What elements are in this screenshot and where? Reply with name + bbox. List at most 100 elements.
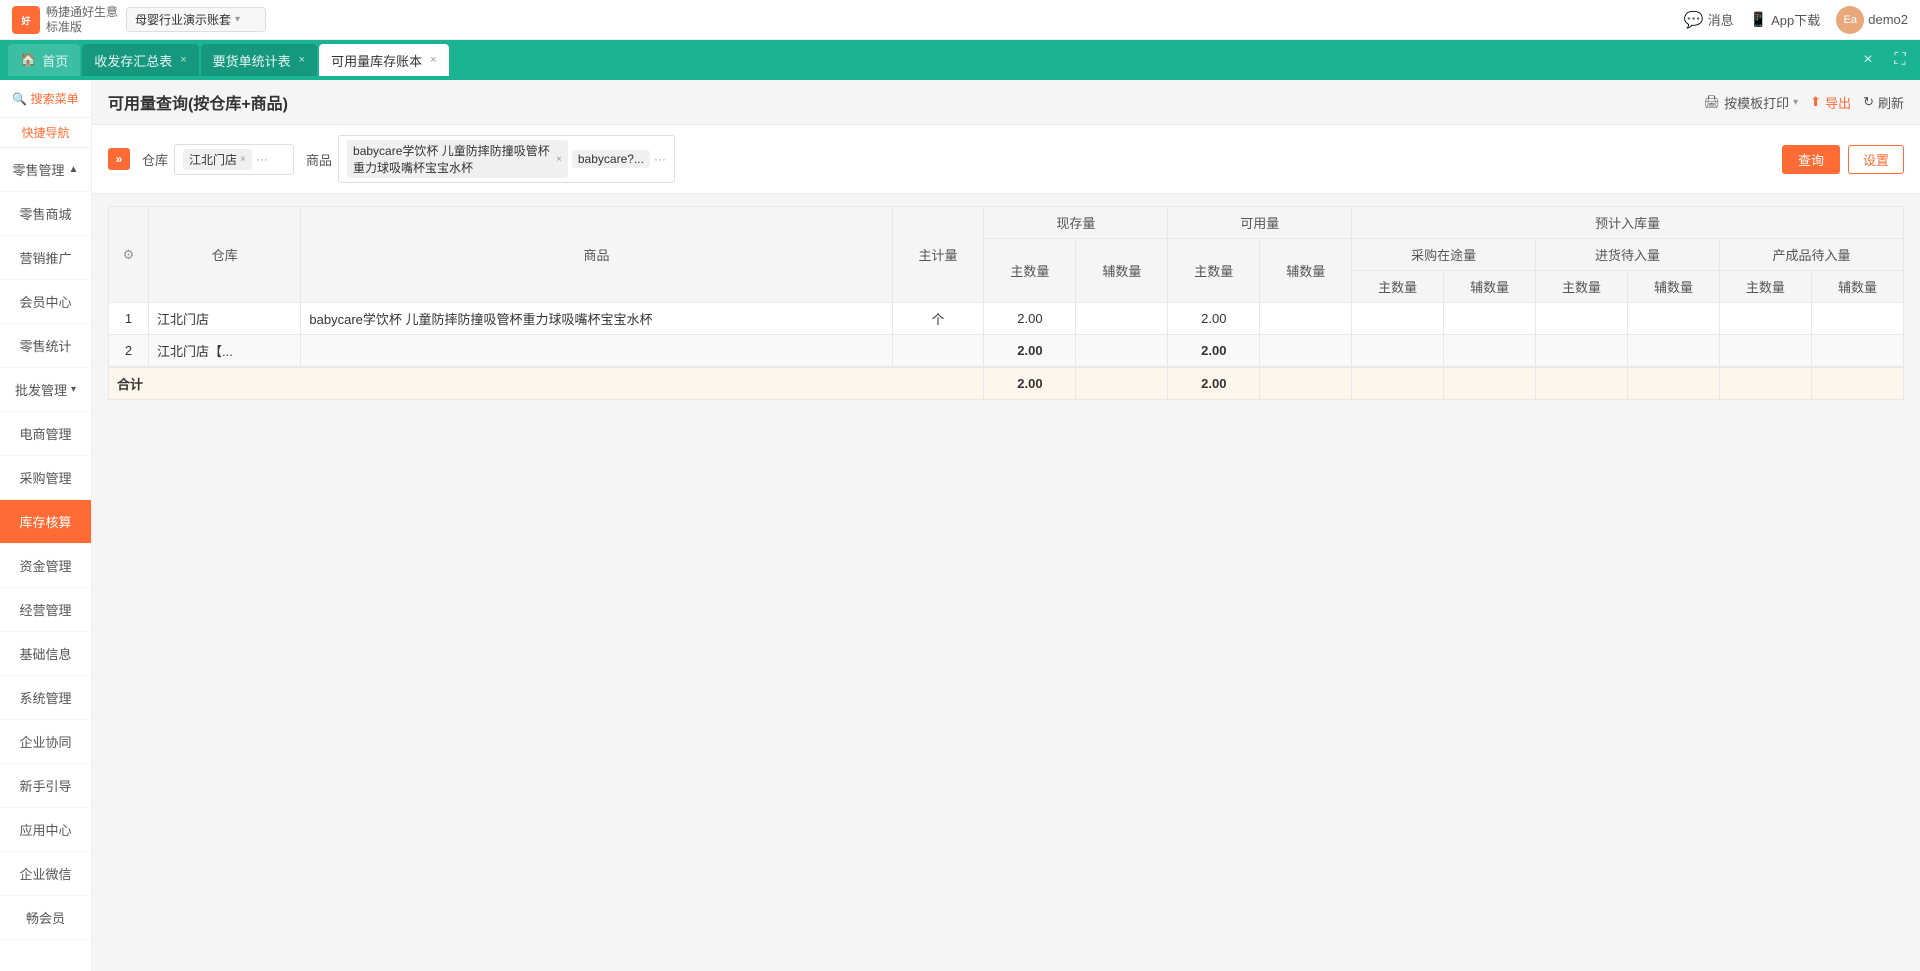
product-input[interactable]: babycare学饮杯 儿童防摔防撞吸管杯重力球吸嘴杯宝宝水杯 × babyca… [338, 135, 675, 183]
sidebar-item-finance-mgmt[interactable]: 资金管理 [0, 544, 91, 588]
user-profile[interactable]: Ea demo2 [1836, 6, 1908, 34]
product-tag-1-remove[interactable]: × [556, 154, 562, 165]
chevron-down-icon-2: ▾ [1793, 97, 1798, 108]
sidebar-item-enterprise-wechat[interactable]: 企业微信 [0, 852, 91, 896]
sidebar-item-member-plus[interactable]: 畅会员 [0, 896, 91, 940]
filter-bar: » 仓库 江北门店 × ··· 商品 babycare学饮杯 儿童防摔防撞吸管杯… [92, 125, 1920, 194]
purchase-transit-aux-header: 辅数量 [1444, 271, 1536, 303]
planned-inbound-header: 预计入库量 [1352, 207, 1904, 239]
sidebar-item-ecommerce-mgmt[interactable]: 电商管理 [0, 412, 91, 456]
setting-btn[interactable]: 设置 [1848, 145, 1904, 174]
sidebar-item-system-mgmt[interactable]: 系统管理 [0, 676, 91, 720]
sidebar-quick-nav[interactable]: 快捷导航 [0, 118, 91, 148]
sidebar-item-marketing[interactable]: 营销推广 [0, 236, 91, 280]
nav-tabs-controls: × ⛶ [1856, 48, 1912, 72]
sidebar-item-retail-mall[interactable]: 零售商城 [0, 192, 91, 236]
purchase-transit-main-header: 主数量 [1352, 271, 1444, 303]
sidebar-item-app-center[interactable]: 应用中心 [0, 808, 91, 852]
sidebar-item-retail-mgmt[interactable]: 零售管理 ▲ [0, 148, 91, 192]
export-icon: ⬆ [1810, 94, 1821, 110]
totals-label: 合计 [109, 367, 984, 400]
refresh-icon: ↻ [1863, 94, 1874, 110]
tab-available-stock[interactable]: 可用量库存账本 × [319, 44, 448, 76]
totals-purchase-transit-main [1352, 367, 1444, 400]
data-table: ⚙ 仓库 商品 主计量 现存量 可用量 预计入库量 主数量 辅数量 [108, 206, 1904, 400]
app-download-btn[interactable]: 📱 App下载 [1750, 10, 1821, 29]
sidebar-item-operations-mgmt[interactable]: 经营管理 [0, 588, 91, 632]
search-icon: 🔍 [12, 92, 27, 106]
message-btn[interactable]: 💬 消息 [1684, 10, 1734, 30]
tab-available-stock-close[interactable]: × [430, 54, 436, 66]
chevron-icon: ▲ [69, 164, 79, 175]
current-stock-header: 现存量 [984, 207, 1168, 239]
chevron-down-icon: ▾ [235, 14, 240, 25]
fullscreen-btn[interactable]: ⛶ [1888, 48, 1912, 72]
avail-main-qty-header: 主数量 [1168, 239, 1260, 303]
top-bar-left: 好 畅捷通好生意 标准版 母婴行业演示账套 ▾ [12, 5, 266, 34]
sidebar-item-inventory-check[interactable]: 库存核算 [0, 500, 91, 544]
row-2-purchase-transit-main [1352, 335, 1444, 368]
inbound-pending-aux-header: 辅数量 [1628, 271, 1720, 303]
row-1-avail-aux [1260, 303, 1352, 335]
filter-expand-btn[interactable]: » [108, 148, 130, 170]
tab-receipts[interactable]: 收发存汇总表 × [82, 44, 198, 76]
phone-icon: 📱 [1750, 11, 1767, 28]
header-actions: 🖨 按模板打印 ▾ ⬆ 导出 ↻ 刷新 [1704, 93, 1904, 112]
sidebar-item-new-guide[interactable]: 新手引导 [0, 764, 91, 808]
warehouse-header: 仓库 [149, 207, 301, 303]
nav-tabs: 🏠 首页 收发存汇总表 × 要货单统计表 × 可用量库存账本 × × ⛶ [0, 40, 1920, 80]
sidebar-item-basic-info[interactable]: 基础信息 [0, 632, 91, 676]
row-2-avail-main: 2.00 [1168, 335, 1260, 368]
sidebar-item-retail-stats[interactable]: 零售统计 [0, 324, 91, 368]
row-1-purchase-transit-main [1352, 303, 1444, 335]
row-1-purchase-transit-aux [1444, 303, 1536, 335]
content: 可用量查询(按仓库+商品) 🖨 按模板打印 ▾ ⬆ 导出 ↻ 刷新 » [92, 80, 1920, 971]
totals-inbound-pending-main [1536, 367, 1628, 400]
page-title: 可用量查询(按仓库+商品) [108, 90, 288, 114]
product-tag-1: babycare学饮杯 儿童防摔防撞吸管杯重力球吸嘴杯宝宝水杯 × [347, 140, 568, 178]
close-all-tabs-btn[interactable]: × [1856, 48, 1880, 72]
template-print-btn[interactable]: 🖨 按模板打印 ▾ [1704, 93, 1799, 112]
gear-icon[interactable]: ⚙ [123, 247, 135, 262]
totals-stock-aux [1076, 367, 1168, 400]
sidebar-item-member-center[interactable]: 会员中心 [0, 280, 91, 324]
tab-home[interactable]: 🏠 首页 [8, 44, 80, 76]
sidebar-item-enterprise-collab[interactable]: 企业协同 [0, 720, 91, 764]
row-2-main-unit [892, 335, 984, 368]
row-1-no: 1 [109, 303, 149, 335]
product-header: 商品 [301, 207, 892, 303]
warehouse-filter-group: 仓库 江北门店 × ··· [142, 144, 294, 175]
query-btn[interactable]: 查询 [1782, 145, 1840, 174]
row-2-inbound-pending-main [1536, 335, 1628, 368]
product-more-btn[interactable]: ··· [654, 152, 666, 166]
warehouse-tag-remove[interactable]: × [240, 154, 246, 165]
row-1-avail-main: 2.00 [1168, 303, 1260, 335]
warehouse-more-btn[interactable]: ··· [256, 152, 268, 166]
content-header: 可用量查询(按仓库+商品) 🖨 按模板打印 ▾ ⬆ 导出 ↻ 刷新 [92, 80, 1920, 125]
export-btn[interactable]: ⬆ 导出 [1810, 93, 1851, 112]
refresh-btn[interactable]: ↻ 刷新 [1863, 93, 1904, 112]
sidebar: 🔍 搜索菜单 快捷导航 零售管理 ▲ 零售商城 营销推广 会员中心 零售统计 批… [0, 80, 92, 971]
print-icon: 🖨 [1704, 94, 1721, 110]
store-selector[interactable]: 母婴行业演示账套 ▾ [126, 7, 266, 32]
chevron-icon-2: ▾ [71, 384, 76, 395]
sidebar-item-wholesale-mgmt[interactable]: 批发管理 ▾ [0, 368, 91, 412]
row-2-finished-pending-aux [1811, 335, 1903, 368]
svg-text:好: 好 [20, 15, 30, 26]
finished-pending-aux-header: 辅数量 [1811, 271, 1903, 303]
row-1-stock-main: 2.00 [984, 303, 1076, 335]
tab-purchase-stats[interactable]: 要货单统计表 × [201, 44, 317, 76]
sidebar-search[interactable]: 🔍 搜索菜单 [0, 80, 91, 118]
row-1-inbound-pending-aux [1628, 303, 1720, 335]
warehouse-input[interactable]: 江北门店 × ··· [174, 144, 294, 175]
sidebar-item-purchase-mgmt[interactable]: 采购管理 [0, 456, 91, 500]
row-2-stock-main: 2.00 [984, 335, 1076, 368]
logo-area: 好 畅捷通好生意 标准版 [12, 5, 118, 34]
product-tag-2: babycare?... [572, 150, 650, 168]
tab-receipts-close[interactable]: × [180, 54, 186, 66]
product-filter-group: 商品 babycare学饮杯 儿童防摔防撞吸管杯重力球吸嘴杯宝宝水杯 × bab… [306, 135, 675, 183]
table-row: 1 江北门店 babycare学饮杯 儿童防摔防撞吸管杯重力球吸嘴杯宝宝水杯 个… [109, 303, 1904, 335]
tab-purchase-stats-close[interactable]: × [299, 54, 305, 66]
logo-icon: 好 [12, 6, 40, 34]
row-1-warehouse: 江北门店 [149, 303, 301, 335]
